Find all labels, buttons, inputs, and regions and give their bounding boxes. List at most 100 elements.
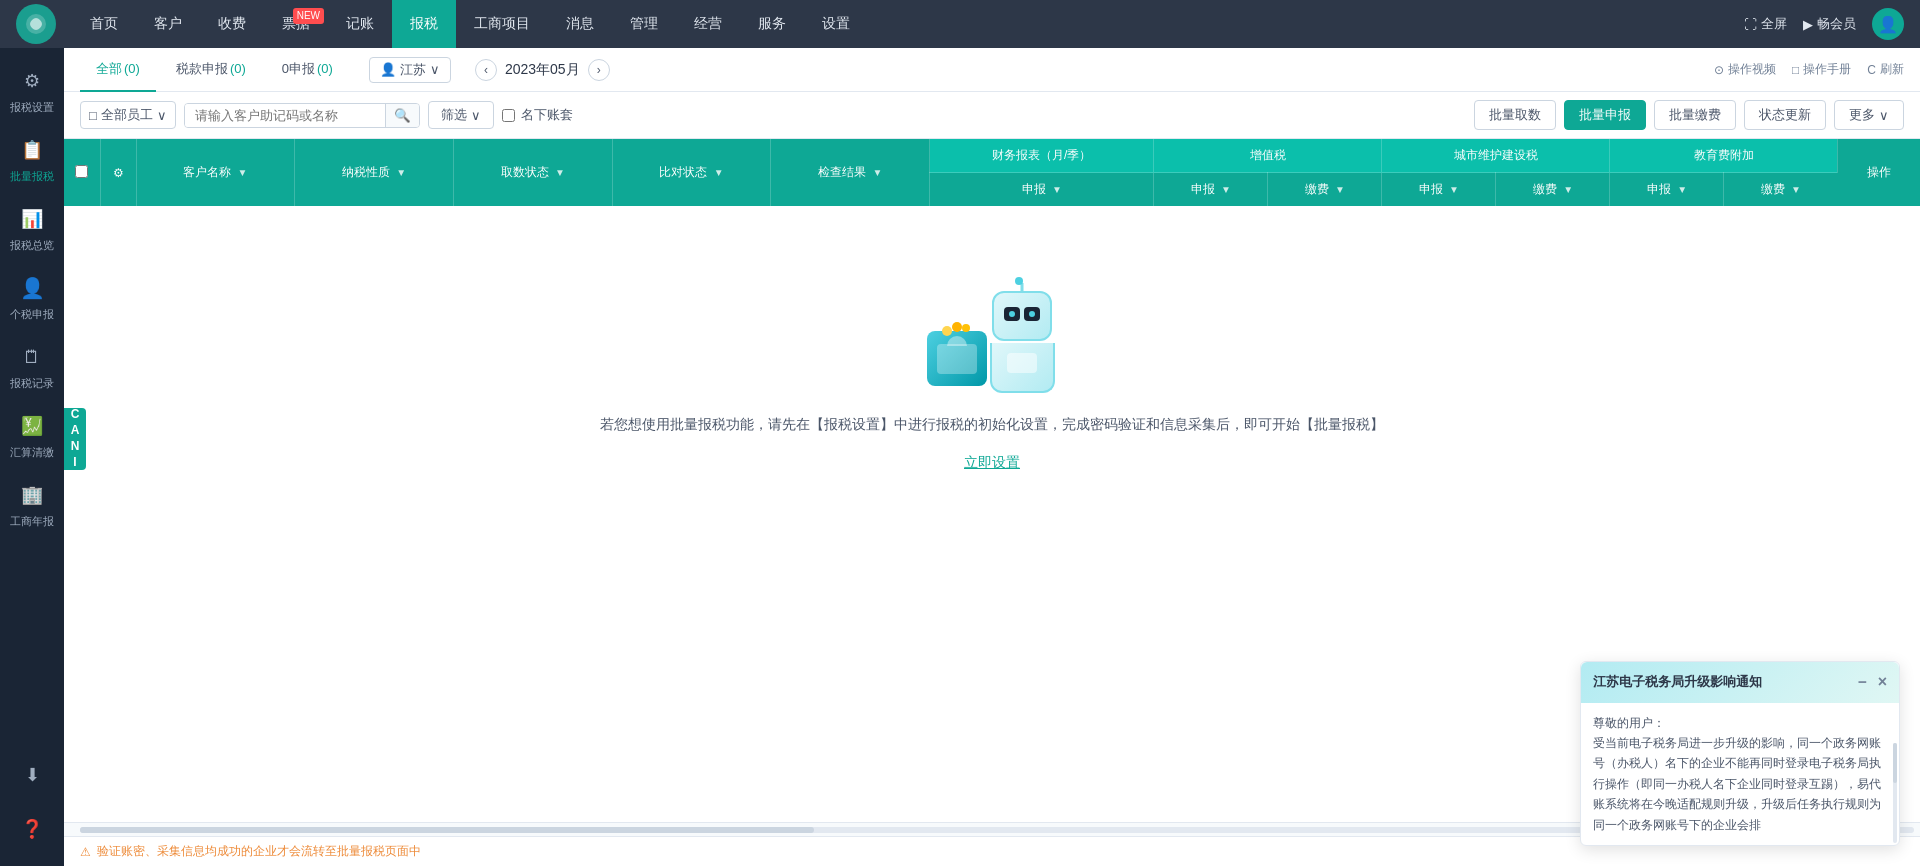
compare-sort-icon: ▼ [714,167,724,178]
nav-service[interactable]: 服务 [740,0,804,48]
fullscreen-button[interactable]: ⛶ 全屏 [1744,15,1787,33]
th-check-result: 检查结果 ▼ [771,139,930,206]
sidebar-item-batch-tax[interactable]: 📋 批量报税 [0,125,64,194]
refresh-icon: C [1867,63,1876,77]
current-month: 2023年05月 [505,61,580,79]
sidebar: ⚙ 报税设置 📋 批量报税 📊 报税总览 👤 个税申报 🗒 报税记录 💹 汇算清… [0,48,64,866]
nav-settings[interactable]: 设置 [804,0,868,48]
sidebar-item-personal-tax[interactable]: 👤 个税申报 [0,263,64,332]
personal-tax-icon: 👤 [17,273,47,303]
nav-operation[interactable]: 经营 [676,0,740,48]
vat-pay-sort: ▼ [1335,184,1345,195]
filter-chevron-icon: ∨ [471,108,481,123]
account-checkbox-label: 名下账套 [521,106,573,124]
search-button[interactable]: 🔍 [385,104,419,127]
scroll-thumb[interactable] [80,827,814,833]
prev-month-button[interactable]: ‹ [475,59,497,81]
notification-scrollthumb[interactable] [1893,743,1897,783]
sidebar-item-help[interactable]: ❓ [0,804,64,854]
th-fetch-status: 取数状态 ▼ [453,139,612,206]
th-edu-declare: 申报 ▼ [1610,173,1724,207]
batch-fetch-button[interactable]: 批量取数 [1474,100,1556,130]
sidebar-item-download[interactable]: ⬇ [0,750,64,800]
fin-declare-sort: ▼ [1052,184,1062,195]
tab-tax-declare[interactable]: 税款申报 (0) [160,48,262,92]
batch-pay-button[interactable]: 批量缴费 [1654,100,1736,130]
download-icon: ⬇ [17,760,47,790]
sidebar-item-tax-settings[interactable]: ⚙ 报税设置 [0,56,64,125]
user-avatar[interactable]: 👤 [1872,8,1904,40]
operation-video-button[interactable]: ⊙ 操作视频 [1714,61,1776,78]
sidebar-bottom: ⬇ ❓ [0,750,64,866]
notification-header: 江苏电子税务局升级影响通知 － × [1581,662,1899,703]
edu-declare-sort: ▼ [1677,184,1687,195]
top-navigation: 首页 客户 收费 票据 NEW 记账 报税 工商项目 消息 管理 经营 服务 设… [0,0,1920,48]
nav-manage[interactable]: 管理 [612,0,676,48]
settings-icon: ⚙ [113,166,124,180]
empty-message: 若您想使用批量报税功能，请先在【报税设置】中进行报税的初始化设置，完成密码验证和… [600,416,1384,434]
notification-scrollbar[interactable] [1893,743,1897,843]
th-compare-status: 比对状态 ▼ [612,139,771,206]
employee-chevron-icon: ∨ [157,108,167,123]
customer-sort-icon: ▼ [238,167,248,178]
th-settings: ⚙ [100,139,136,206]
th-vat-pay: 缴费 ▼ [1268,173,1382,207]
app-logo [16,4,56,44]
th-financial-report: 财务报表（月/季） [930,139,1154,173]
nav-fee[interactable]: 收费 [200,0,264,48]
notification-panel: 江苏电子税务局升级影响通知 － × 尊敬的用户： 受当前电子税务局进一步升级的影… [1580,661,1900,846]
th-operation: 操作 [1837,139,1920,206]
sidebar-item-business-report[interactable]: 🏢 工商年报 [0,470,64,539]
th-tax-nature: 纳税性质 ▼ [295,139,454,206]
help-icon: ❓ [17,814,47,844]
notification-minimize-button[interactable]: － [1854,672,1870,693]
status-update-button[interactable]: 状态更新 [1744,100,1826,130]
fullscreen-icon: ⛶ [1744,17,1757,32]
notification-body-wrap: 尊敬的用户： 受当前电子税务局进一步升级的影响，同一个政务网账号（办税人）名下的… [1581,703,1899,845]
checkbox-wrap: 名下账套 [502,106,573,124]
business-report-icon: 🏢 [17,480,47,510]
account-checkbox[interactable] [502,109,515,122]
operation-manual-button[interactable]: □ 操作手册 [1792,61,1851,78]
th-financial-declare: 申报 ▼ [930,173,1154,207]
edu-pay-sort: ▼ [1791,184,1801,195]
region-selector[interactable]: 👤 江苏 ∨ [369,57,451,83]
refresh-button[interactable]: C 刷新 [1867,61,1904,78]
check-sort-icon: ▼ [873,167,883,178]
search-input[interactable] [185,104,385,127]
nav-home[interactable]: 首页 [72,0,136,48]
nav-message[interactable]: 消息 [548,0,612,48]
vip-button[interactable]: ▶ 畅会员 [1803,15,1856,33]
tab-all[interactable]: 全部 (0) [80,48,156,92]
nav-items: 首页 客户 收费 票据 NEW 记账 报税 工商项目 消息 管理 经营 服务 设… [72,0,1744,48]
empty-state: 若您想使用批量报税功能，请先在【报税设置】中进行报税的初始化设置，完成密码验证和… [64,206,1920,532]
tab-zero-declare[interactable]: 0申报 (0) [266,48,349,92]
region-flag-icon: 👤 [380,62,396,77]
tax-overview-icon: 📊 [17,204,47,234]
next-month-button[interactable]: › [588,59,610,81]
more-chevron-icon: ∨ [1879,108,1889,123]
employee-selector[interactable]: □ 全部员工 ∨ [80,101,176,129]
annual-settlement-icon: 💹 [17,411,47,441]
nav-industry[interactable]: 工商项目 [456,0,548,48]
city-declare-sort: ▼ [1449,184,1459,195]
notification-body: 尊敬的用户： 受当前电子税务局进一步升级的影响，同一个政务网账号（办税人）名下的… [1581,703,1899,845]
th-city-declare: 申报 ▼ [1382,173,1496,207]
more-button[interactable]: 更多 ∨ [1834,100,1904,130]
nav-customer[interactable]: 客户 [136,0,200,48]
nav-tax[interactable]: 报税 [392,0,456,48]
select-all-checkbox[interactable] [75,165,88,178]
batch-declare-button[interactable]: 批量申报 [1564,100,1646,130]
month-nav: ‹ 2023年05月 › [455,59,630,81]
notification-close-button[interactable]: × [1878,673,1887,691]
sidebar-item-tax-records[interactable]: 🗒 报税记录 [0,332,64,401]
th-city-pay: 缴费 ▼ [1496,173,1610,207]
nav-accounting[interactable]: 记账 [328,0,392,48]
batch-tax-icon: 📋 [17,135,47,165]
sidebar-item-annual-settlement[interactable]: 💹 汇算清缴 [0,401,64,470]
nav-ticket[interactable]: 票据 NEW [264,0,328,48]
sidebar-item-tax-overview[interactable]: 📊 报税总览 [0,194,64,263]
setup-link[interactable]: 立即设置 [964,454,1020,472]
th-customer-name: 客户名称 ▼ [136,139,295,206]
filter-button[interactable]: 筛选 ∨ [428,101,494,129]
